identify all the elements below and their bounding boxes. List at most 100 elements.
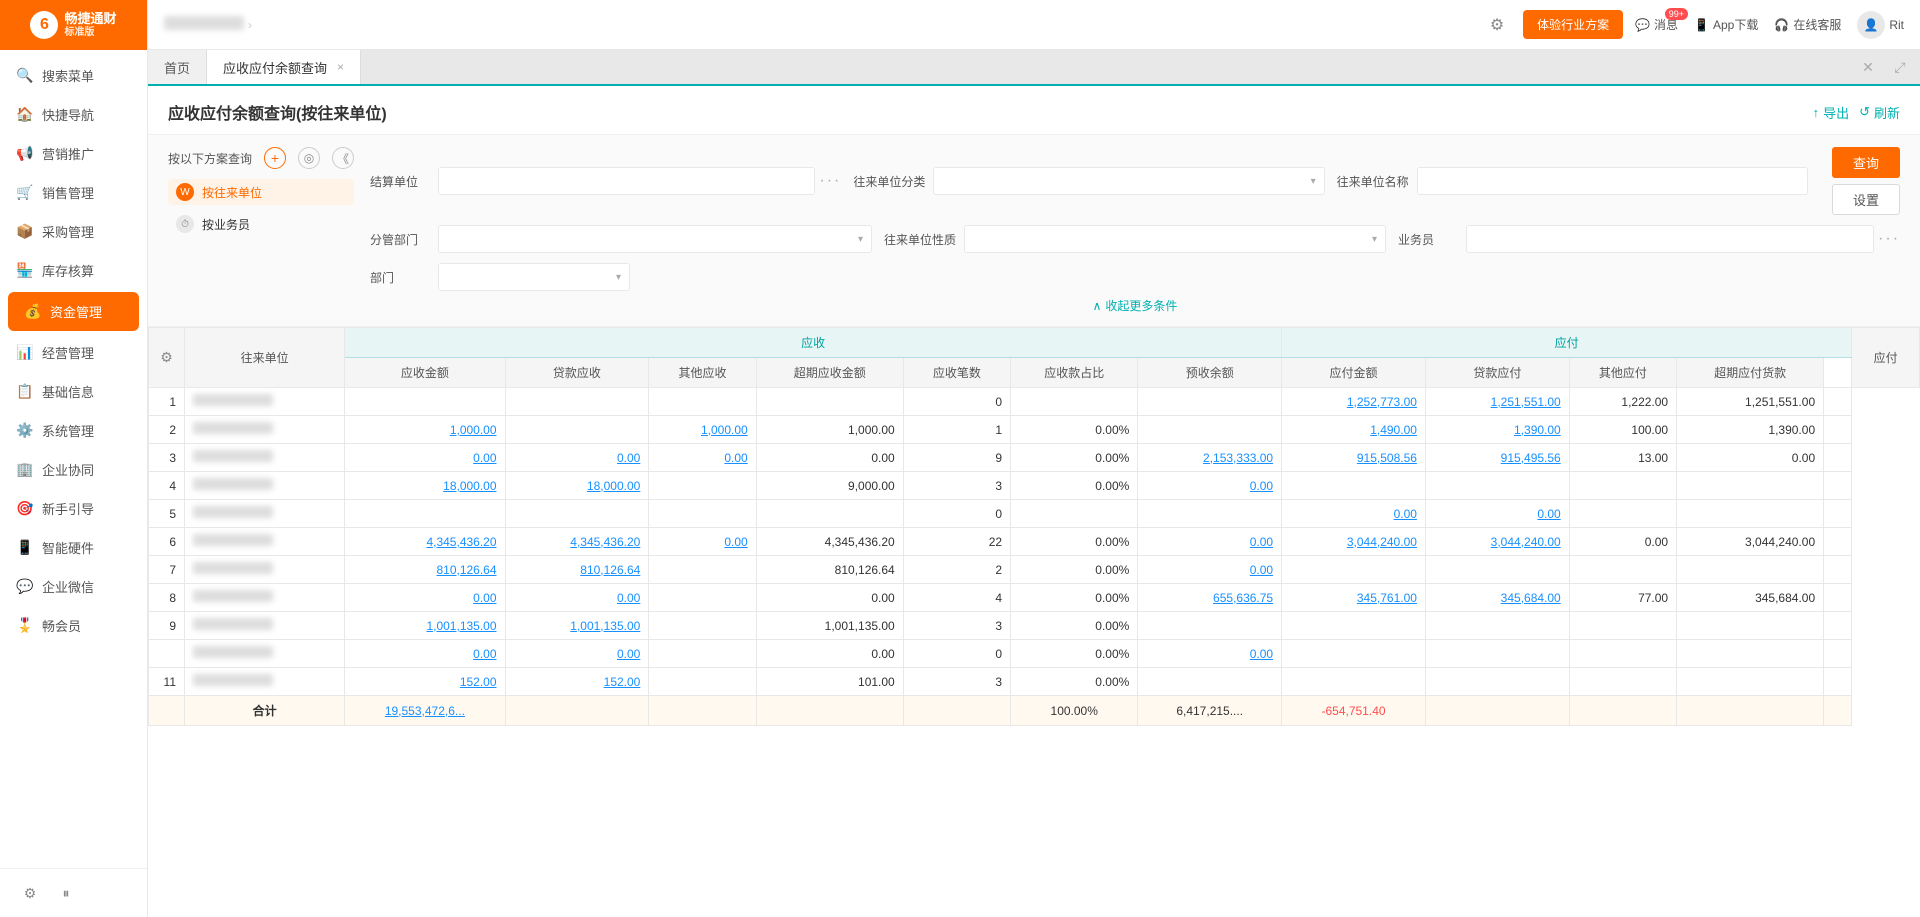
- table-cell[interactable]: 810,126.64: [345, 556, 505, 584]
- export-button[interactable]: ↑ 导出: [1813, 103, 1850, 122]
- filter-add-button[interactable]: +: [264, 147, 286, 169]
- close-window-icon[interactable]: ✕: [1856, 55, 1880, 79]
- chevron-down-icon: ▾: [1311, 176, 1316, 187]
- sidebar-item-enterprise[interactable]: 🏢 企业协同: [0, 450, 147, 489]
- table-cell: 11: [149, 668, 185, 696]
- table-cell: [649, 472, 756, 500]
- sidebar-item-search[interactable]: 🔍 搜索菜单: [0, 56, 147, 95]
- table-cell[interactable]: 1,001,135.00: [345, 612, 505, 640]
- table-cell[interactable]: 0.00: [649, 528, 756, 556]
- settings-icon[interactable]: ⚙: [16, 879, 44, 907]
- table-cell[interactable]: 0.00: [345, 584, 505, 612]
- table-cell[interactable]: 915,508.56: [1282, 444, 1426, 472]
- table-cell[interactable]: 1,251,551.00: [1425, 388, 1569, 416]
- total-ap-amount: -654,751.40: [1282, 696, 1426, 726]
- tab-home[interactable]: 首页: [148, 50, 207, 84]
- sidebar-item-operations[interactable]: 📊 经营管理: [0, 333, 147, 372]
- table-cell[interactable]: 1,490.00: [1282, 416, 1426, 444]
- table-cell[interactable]: 1,390.00: [1425, 416, 1569, 444]
- query-button[interactable]: 查询: [1832, 147, 1900, 178]
- table-cell[interactable]: 1,000.00: [649, 416, 756, 444]
- sidebar-item-member[interactable]: 🎖️ 畅会员: [0, 606, 147, 645]
- filter-setting-button[interactable]: ◎: [298, 147, 320, 169]
- sidebar-item-iot[interactable]: 📱 智能硬件: [0, 528, 147, 567]
- sidebar-item-newbie[interactable]: 🎯 新手引导: [0, 489, 147, 528]
- table-cell[interactable]: 0.00: [1425, 500, 1569, 528]
- table-cell[interactable]: 1,001,135.00: [505, 612, 649, 640]
- table-cell: 0: [903, 640, 1010, 668]
- maximize-window-icon[interactable]: ⤢: [1888, 55, 1912, 79]
- user-avatar[interactable]: 👤 Rit: [1857, 11, 1904, 39]
- department-select[interactable]: ▾: [438, 263, 630, 291]
- table-cell: [1425, 556, 1569, 584]
- sidebar-item-sysmanage[interactable]: ⚙️ 系统管理: [0, 411, 147, 450]
- table-cell[interactable]: 152.00: [505, 668, 649, 696]
- jiesuan-dots[interactable]: ···: [819, 173, 841, 189]
- breadcrumb-chevron: ›: [248, 18, 252, 32]
- col-settings-icon[interactable]: ⚙: [160, 349, 173, 365]
- jiesuan-input[interactable]: [438, 167, 815, 195]
- table-cell[interactable]: 0.00: [1138, 528, 1282, 556]
- header-gear-icon[interactable]: ⚙: [1483, 11, 1511, 39]
- col-settings-header[interactable]: ⚙: [149, 328, 185, 388]
- scheme-option-staff[interactable]: ⏱ 按业务员: [168, 211, 354, 237]
- table-cell[interactable]: 1,252,773.00: [1282, 388, 1426, 416]
- table-cell[interactable]: 18,000.00: [505, 472, 649, 500]
- partner-name-input[interactable]: [1417, 167, 1808, 195]
- table-cell[interactable]: 810,126.64: [505, 556, 649, 584]
- salesman-dots[interactable]: ···: [1878, 231, 1900, 247]
- sidebar-item-wechat[interactable]: 💬 企业微信: [0, 567, 147, 606]
- table-cell[interactable]: 4,345,436.20: [345, 528, 505, 556]
- sidebar-item-marketing[interactable]: 📢 营销推广: [0, 134, 147, 173]
- sidebar-item-inventory[interactable]: 🏪 库存核算: [0, 251, 147, 290]
- partner-category-select[interactable]: ▾: [933, 167, 1324, 195]
- tab-close-icon[interactable]: ×: [337, 60, 344, 74]
- collapse-sidebar-icon[interactable]: ⏸: [52, 879, 80, 907]
- sidebar-item-finance[interactable]: 💰 资金管理: [8, 292, 139, 331]
- table-wrapper[interactable]: ⚙ 往来单位 应收 应付 应付 应收金额 贷款应收 其他应收 超期应收金额: [148, 327, 1920, 726]
- sidebar-item-basicinfo[interactable]: 📋 基础信息: [0, 372, 147, 411]
- table-cell[interactable]: 0.00: [345, 444, 505, 472]
- collapse-more-button[interactable]: ∧ 收起更多条件: [370, 291, 1900, 314]
- tab-spacer: [361, 50, 1856, 84]
- scheme-option-unit[interactable]: W 按往来单位: [168, 179, 354, 205]
- app-download-button[interactable]: 📱 App下载: [1694, 16, 1758, 33]
- table-cell: [1824, 584, 1852, 612]
- table-cell[interactable]: 3,044,240.00: [1425, 528, 1569, 556]
- notifications-button[interactable]: 💬 消息 99+: [1635, 16, 1678, 33]
- filter-collapse-button[interactable]: 《: [332, 147, 354, 169]
- total-ap-last: [1824, 696, 1852, 726]
- solution-button[interactable]: 体验行业方案: [1523, 10, 1623, 39]
- table-cell[interactable]: 915,495.56: [1425, 444, 1569, 472]
- table-cell[interactable]: 1,000.00: [345, 416, 505, 444]
- table-cell[interactable]: 3,044,240.00: [1282, 528, 1426, 556]
- table-cell[interactable]: 152.00: [345, 668, 505, 696]
- partner-nature-select[interactable]: ▾: [964, 225, 1386, 253]
- table-cell[interactable]: 345,684.00: [1425, 584, 1569, 612]
- salesman-input[interactable]: [1466, 225, 1874, 253]
- table-cell[interactable]: 0.00: [1138, 472, 1282, 500]
- table-cell[interactable]: 0.00: [345, 640, 505, 668]
- dept-select[interactable]: ▾: [438, 225, 872, 253]
- table-cell[interactable]: 0.00: [505, 584, 649, 612]
- scheme-icon-staff: ⏱: [176, 215, 194, 233]
- settings-button[interactable]: 设置: [1832, 184, 1900, 215]
- table-cell[interactable]: 0.00: [1138, 640, 1282, 668]
- table-cell[interactable]: 4,345,436.20: [505, 528, 649, 556]
- sidebar-item-quicknav[interactable]: 🏠 快捷导航: [0, 95, 147, 134]
- table-cell[interactable]: 0.00: [649, 444, 756, 472]
- table-cell[interactable]: 345,761.00: [1282, 584, 1426, 612]
- sidebar-item-sales[interactable]: 🛒 销售管理: [0, 173, 147, 212]
- tab-arbalance[interactable]: 应收应付余额查询 ×: [207, 50, 361, 84]
- table-cell[interactable]: 0.00: [505, 640, 649, 668]
- username-label: Rit: [1889, 18, 1904, 32]
- table-cell[interactable]: 18,000.00: [345, 472, 505, 500]
- refresh-button[interactable]: ↺ 刷新: [1859, 103, 1900, 122]
- table-cell[interactable]: 0.00: [505, 444, 649, 472]
- table-cell[interactable]: 655,636.75: [1138, 584, 1282, 612]
- table-cell[interactable]: 2,153,333.00: [1138, 444, 1282, 472]
- table-cell[interactable]: 0.00: [1282, 500, 1426, 528]
- table-cell[interactable]: 0.00: [1138, 556, 1282, 584]
- online-service-button[interactable]: 🎧 在线客服: [1774, 16, 1841, 33]
- sidebar-item-purchase[interactable]: 📦 采购管理: [0, 212, 147, 251]
